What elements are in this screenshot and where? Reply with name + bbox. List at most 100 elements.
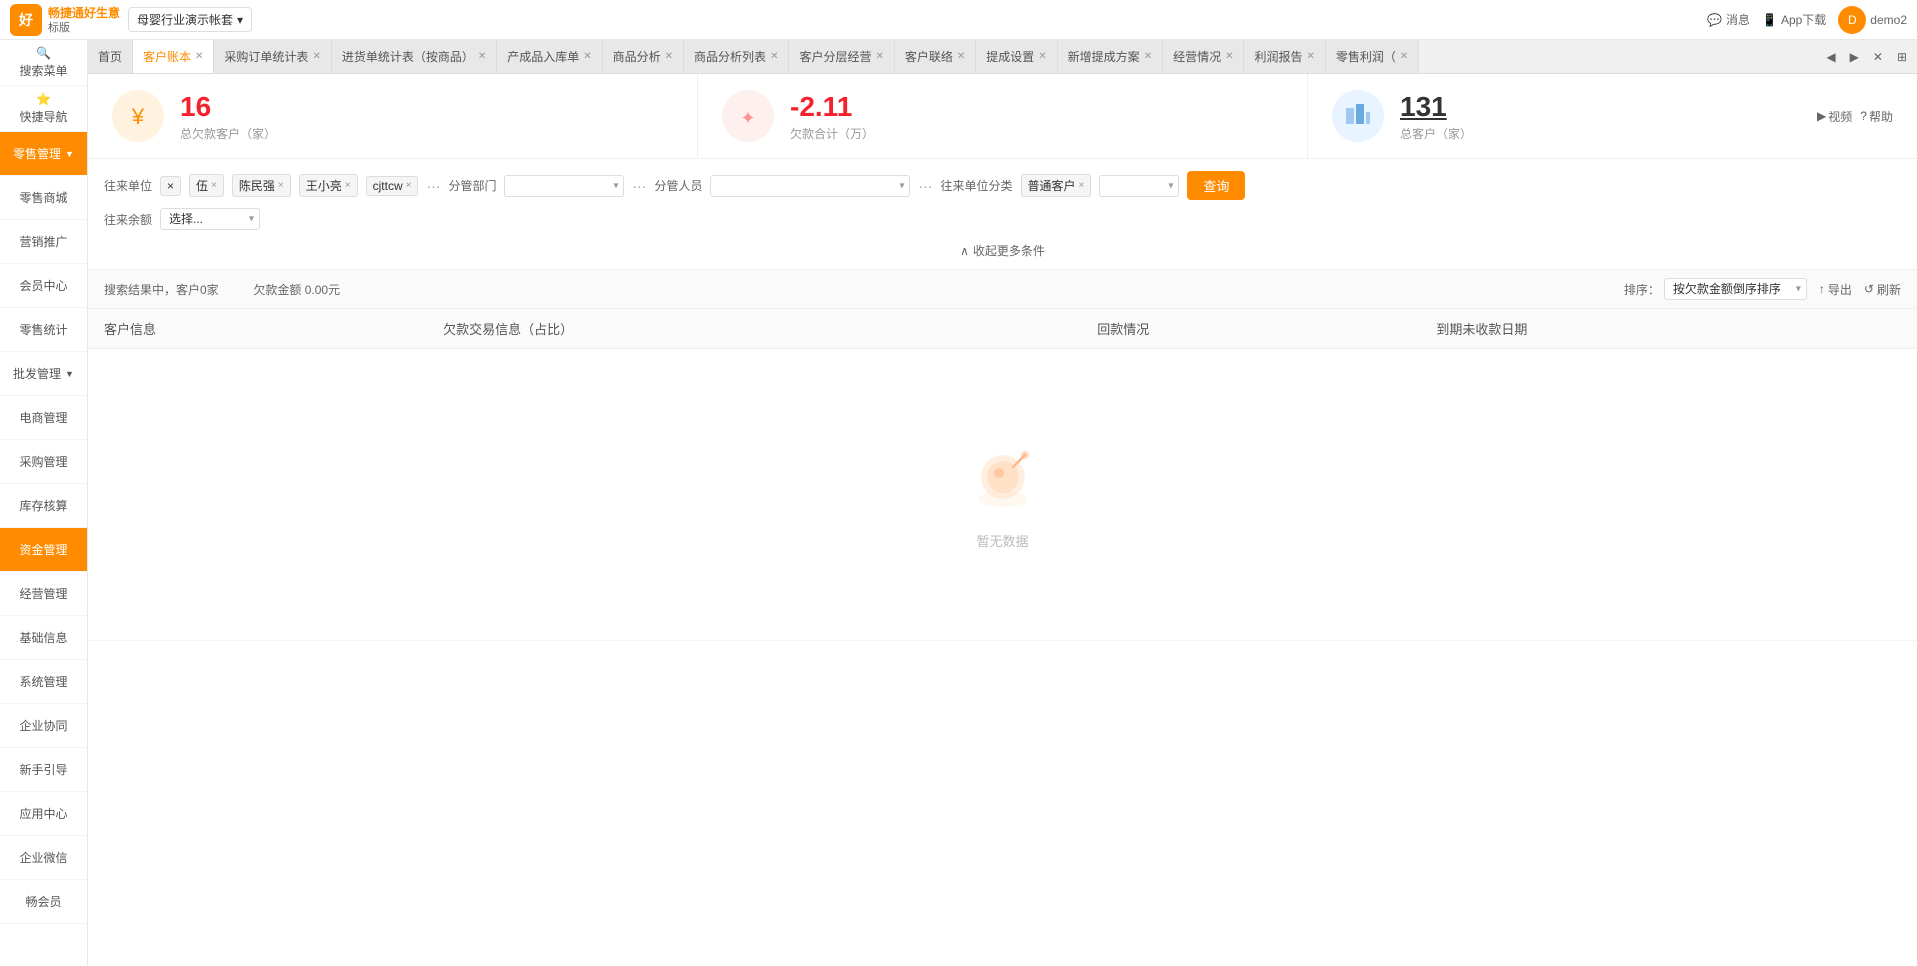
tab-customer-account-label: 客户账本 bbox=[143, 48, 191, 65]
tab-home[interactable]: 首页 bbox=[88, 40, 133, 73]
video-btn[interactable]: ▶ 视频 bbox=[1817, 108, 1852, 125]
collapse-btn[interactable]: ∧ 收起更多条件 bbox=[104, 238, 1901, 263]
person-more-btn[interactable]: ··· bbox=[918, 178, 932, 194]
sidebar-item-operations[interactable]: 经营管理 bbox=[0, 572, 87, 616]
tab-goods-analysis[interactable]: 商品分析 ✕ bbox=[603, 40, 684, 73]
video-icon: ▶ bbox=[1817, 109, 1826, 123]
sidebar-item-purchase[interactable]: 采购管理 bbox=[0, 440, 87, 484]
tab-goods-analysis-list[interactable]: 商品分析列表 ✕ bbox=[684, 40, 789, 73]
balance-select-wrapper[interactable]: 选择... bbox=[160, 208, 260, 230]
tab-scroll-right[interactable]: ▶ bbox=[1844, 48, 1865, 66]
sidebar-item-quick-nav[interactable]: ⭐ 快捷导航 bbox=[0, 86, 87, 132]
wholesale-arrow-icon: ▼ bbox=[65, 369, 74, 379]
tab-operation-close[interactable]: ✕ bbox=[1225, 51, 1233, 62]
sidebar-item-enterprise[interactable]: 企业协同 bbox=[0, 704, 87, 748]
sidebar-item-wechat[interactable]: 企业微信 bbox=[0, 836, 87, 880]
app-title: 畅捷通好生意 bbox=[48, 4, 120, 21]
sidebar-item-retail-stats[interactable]: 零售统计 bbox=[0, 308, 87, 352]
sidebar-item-retail[interactable]: 零售管理 ▼ bbox=[0, 132, 87, 176]
sidebar-label-operations: 经营管理 bbox=[19, 585, 67, 602]
help-btn[interactable]: ? 帮助 bbox=[1860, 108, 1893, 125]
filter-tag-cjttcw: cjttcw × bbox=[366, 176, 419, 196]
tab-production-close[interactable]: ✕ bbox=[583, 51, 591, 62]
tab-push-settings-close[interactable]: ✕ bbox=[1038, 51, 1046, 62]
more-tags-btn[interactable]: ··· bbox=[426, 178, 440, 194]
unit-type-select-wrapper[interactable] bbox=[1099, 175, 1179, 197]
tab-purchase-order-label: 采购订单统计表 bbox=[224, 48, 308, 65]
sidebar-item-basic-info[interactable]: 基础信息 bbox=[0, 616, 87, 660]
user-name: demo2 bbox=[1870, 13, 1907, 27]
sort-select[interactable]: 按欠款金额倒序排序 bbox=[1664, 278, 1807, 300]
store-selector[interactable]: 母婴行业演示帐套 ▾ bbox=[128, 7, 252, 32]
filter-tag-chen-close[interactable]: × bbox=[278, 180, 284, 191]
all-customers-value[interactable]: 131 bbox=[1400, 91, 1472, 123]
tab-retail-profit[interactable]: 零售利润（ ✕ bbox=[1326, 40, 1419, 73]
tab-retail-profit-close[interactable]: ✕ bbox=[1400, 51, 1408, 62]
tab-profit-report-close[interactable]: ✕ bbox=[1307, 51, 1315, 62]
sidebar-item-wholesale[interactable]: 批发管理 ▼ bbox=[0, 352, 87, 396]
tab-customer-account[interactable]: 客户账本 ✕ bbox=[133, 40, 214, 73]
filter-tag-wu-close[interactable]: × bbox=[211, 180, 217, 191]
export-btn[interactable]: ↑ 导出 bbox=[1819, 281, 1852, 298]
dept-select[interactable] bbox=[504, 175, 624, 197]
tab-new-push-plan-close[interactable]: ✕ bbox=[1144, 51, 1152, 62]
sidebar-item-search[interactable]: 🔍 搜索菜单 bbox=[0, 40, 87, 86]
sidebar-item-member[interactable]: 会员中心 bbox=[0, 264, 87, 308]
tab-customer-contact-label: 客户联络 bbox=[905, 48, 953, 65]
tab-profit-report[interactable]: 利润报告 ✕ bbox=[1244, 40, 1325, 73]
message-btn[interactable]: 💬 消息 bbox=[1707, 11, 1750, 28]
tab-production[interactable]: 产成品入库单 ✕ bbox=[497, 40, 602, 73]
dept-select-wrapper[interactable] bbox=[504, 175, 624, 197]
person-select[interactable] bbox=[710, 175, 910, 197]
result-separator bbox=[230, 283, 242, 297]
result-info: 搜索结果中，客户0家 欠款金额 0.00元 排序： 按欠款金额倒序排序 bbox=[88, 270, 1917, 309]
tab-customer-account-close[interactable]: ✕ bbox=[195, 51, 203, 62]
filter-tag-cjttcw-close[interactable]: × bbox=[406, 180, 412, 191]
app-download-btn[interactable]: 📱 App下载 bbox=[1762, 11, 1826, 28]
filter-tag-wang-close[interactable]: × bbox=[345, 180, 351, 191]
sidebar-label-quick-nav: 快捷导航 bbox=[19, 108, 67, 125]
message-icon: 💬 bbox=[1707, 13, 1722, 27]
filter-tag-chen: 陈民强 × bbox=[232, 174, 291, 197]
sidebar-item-marketing[interactable]: 营销推广 bbox=[0, 220, 87, 264]
sidebar-item-app-center[interactable]: 应用中心 bbox=[0, 792, 87, 836]
stat-total-customers: ¥ 16 总欠款客户（家） bbox=[88, 74, 698, 158]
tab-purchase-order[interactable]: 采购订单统计表 ✕ bbox=[214, 40, 331, 73]
user-area[interactable]: D demo2 bbox=[1838, 6, 1907, 34]
empty-row: 暂无数据 bbox=[88, 349, 1917, 641]
tab-stock-in[interactable]: 进货单统计表（按商品） ✕ bbox=[332, 40, 497, 73]
tab-customer-contact-close[interactable]: ✕ bbox=[957, 51, 965, 62]
dept-more-btn[interactable]: ··· bbox=[632, 178, 646, 194]
sort-select-wrapper[interactable]: 按欠款金额倒序排序 bbox=[1664, 278, 1807, 300]
filter-tag-normal-close[interactable]: × bbox=[1079, 180, 1085, 191]
tab-close-all[interactable]: ✕ bbox=[1867, 48, 1889, 66]
tab-operation[interactable]: 经营情况 ✕ bbox=[1163, 40, 1244, 73]
tab-new-push-plan[interactable]: 新增提成方案 ✕ bbox=[1058, 40, 1163, 73]
tab-customer-contact[interactable]: 客户联络 ✕ bbox=[895, 40, 976, 73]
query-button[interactable]: 查询 bbox=[1187, 171, 1245, 200]
sidebar-item-system[interactable]: 系统管理 bbox=[0, 660, 87, 704]
tab-goods-analysis-list-close[interactable]: ✕ bbox=[770, 51, 778, 62]
sidebar-item-finance[interactable]: 资金管理 bbox=[0, 528, 87, 572]
sidebar-item-ecommerce[interactable]: 电商管理 bbox=[0, 396, 87, 440]
tab-scroll-left[interactable]: ◀ bbox=[1820, 48, 1841, 66]
sidebar-label-guide: 新手引导 bbox=[19, 761, 67, 778]
tab-customer-tier[interactable]: 客户分层经营 ✕ bbox=[789, 40, 894, 73]
filter-tag-wang: 王小亮 × bbox=[299, 174, 358, 197]
sidebar-item-retail-mall[interactable]: 零售商城 bbox=[0, 176, 87, 220]
balance-select[interactable]: 选择... bbox=[160, 208, 260, 230]
sidebar-item-guide[interactable]: 新手引导 bbox=[0, 748, 87, 792]
refresh-btn[interactable]: ↺ 刷新 bbox=[1864, 281, 1901, 298]
sidebar-item-inventory[interactable]: 库存核算 bbox=[0, 484, 87, 528]
tab-purchase-order-close[interactable]: ✕ bbox=[312, 51, 320, 62]
tab-customer-tier-close[interactable]: ✕ bbox=[875, 51, 883, 62]
tab-push-settings[interactable]: 提成设置 ✕ bbox=[976, 40, 1057, 73]
unit-type-select[interactable] bbox=[1099, 175, 1179, 197]
stat-total-customers-content: 16 总欠款客户（家） bbox=[180, 91, 276, 142]
collapse-label: 收起更多条件 bbox=[973, 242, 1045, 259]
tab-goods-analysis-close[interactable]: ✕ bbox=[665, 51, 673, 62]
tab-maximize[interactable]: ⊞ bbox=[1891, 48, 1913, 66]
sidebar-item-vip[interactable]: 畅会员 bbox=[0, 880, 87, 924]
tab-stock-in-close[interactable]: ✕ bbox=[478, 51, 486, 62]
person-select-wrapper[interactable] bbox=[710, 175, 910, 197]
